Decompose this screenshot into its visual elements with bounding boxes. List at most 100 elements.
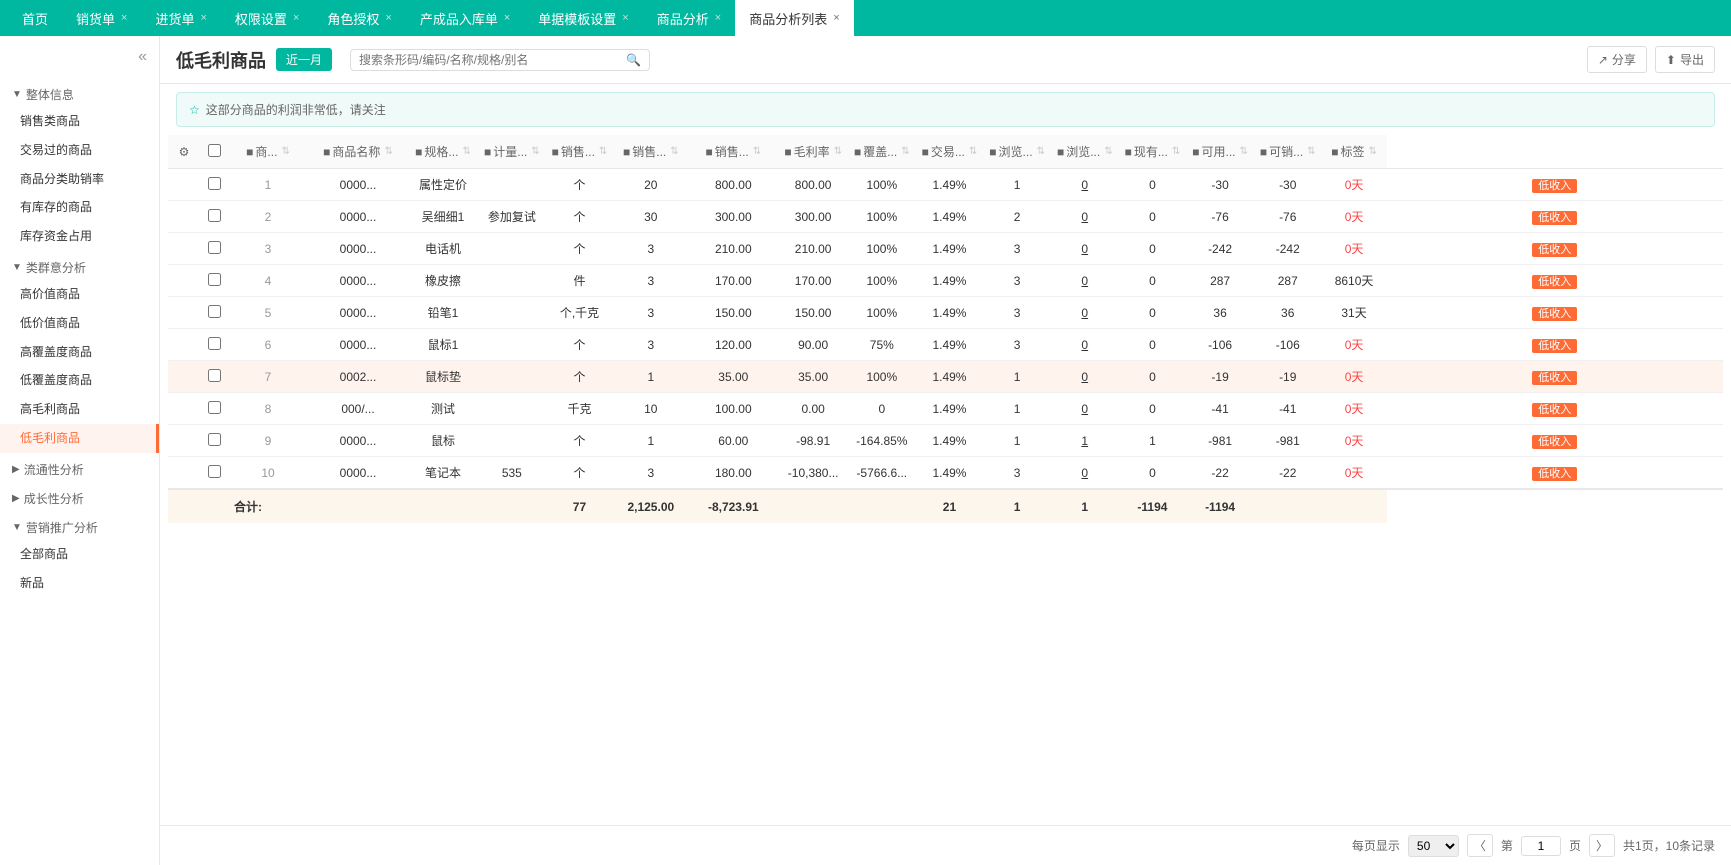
row-check-3[interactable] <box>200 265 228 297</box>
col-coverage[interactable]: ■ 覆盖... ⇅ <box>848 135 916 169</box>
row-check-8[interactable] <box>200 425 228 457</box>
nav-product-analysis-list-close[interactable]: × <box>833 12 839 24</box>
col-tag[interactable]: ■ 标签 ⇅ <box>1322 135 1387 169</box>
row-checkbox-2[interactable] <box>208 241 221 254</box>
sidebar-group-overall[interactable]: ▼ 整体信息 <box>0 78 159 107</box>
nav-home[interactable]: 首页 <box>8 0 62 36</box>
col-sale-qty[interactable]: ■ 销售... ⇅ <box>546 135 614 169</box>
row-check-4[interactable] <box>200 297 228 329</box>
page-size-select[interactable]: 50 100 200 <box>1408 835 1459 857</box>
sidebar-group-cluster[interactable]: ▼ 类群意分析 <box>0 251 159 280</box>
col-saleable[interactable]: ■ 可销... ⇅ <box>1254 135 1322 169</box>
col-gear[interactable]: ⚙ <box>168 135 200 169</box>
sidebar-item-new-products[interactable]: 新品 <box>0 569 159 598</box>
row-gear-8[interactable] <box>168 425 200 457</box>
col-browse1[interactable]: ■ 浏览... ⇅ <box>983 135 1051 169</box>
nav-product-entry[interactable]: 产成品入库单 × <box>406 0 524 36</box>
row-checkbox-3[interactable] <box>208 273 221 286</box>
nav-sales[interactable]: 销货单 × <box>62 0 141 36</box>
col-transaction[interactable]: ■ 交易... ⇅ <box>916 135 984 169</box>
share-button[interactable]: ↗ 分享 <box>1587 46 1647 73</box>
sidebar-item-traded-products[interactable]: 交易过的商品 <box>0 136 159 165</box>
row-gear-3[interactable] <box>168 265 200 297</box>
row-checkbox-1[interactable] <box>208 209 221 222</box>
search-icon[interactable]: 🔍 <box>626 53 641 67</box>
row-browse1-5[interactable]: 0 <box>1051 329 1119 361</box>
sidebar-item-low-margin[interactable]: 低毛利商品 <box>0 424 159 453</box>
nav-roles[interactable]: 角色授权 × <box>313 0 405 36</box>
row-checkbox-8[interactable] <box>208 433 221 446</box>
row-check-2[interactable] <box>200 233 228 265</box>
time-filter-button[interactable]: 近一月 <box>276 48 332 71</box>
row-checkbox-4[interactable] <box>208 305 221 318</box>
row-gear-4[interactable] <box>168 297 200 329</box>
sidebar-item-all-products[interactable]: 全部商品 <box>0 540 159 569</box>
row-browse1-3[interactable]: 0 <box>1051 265 1119 297</box>
export-button[interactable]: ⬆ 导出 <box>1655 46 1715 73</box>
sidebar-item-high-margin[interactable]: 高毛利商品 <box>0 395 159 424</box>
sidebar-item-stock-products[interactable]: 有库存的商品 <box>0 193 159 222</box>
prev-page-button[interactable]: 〈 <box>1467 834 1493 857</box>
row-checkbox-9[interactable] <box>208 465 221 478</box>
nav-roles-close[interactable]: × <box>385 12 391 24</box>
col-name[interactable]: ■ 商品名称 ⇅ <box>308 135 408 169</box>
sidebar-item-category-rate[interactable]: 商品分类助销率 <box>0 165 159 194</box>
nav-template-close[interactable]: × <box>622 12 628 24</box>
row-check-7[interactable] <box>200 393 228 425</box>
col-spec[interactable]: ■ 规格... ⇅ <box>408 135 478 169</box>
page-number-input[interactable] <box>1521 836 1561 856</box>
nav-permissions-close[interactable]: × <box>293 12 299 24</box>
sidebar-item-high-value[interactable]: 高价值商品 <box>0 280 159 309</box>
next-page-button[interactable]: 〉 <box>1589 834 1615 857</box>
col-unit[interactable]: ■ 计量... ⇅ <box>478 135 546 169</box>
nav-purchase[interactable]: 进货单 × <box>141 0 220 36</box>
col-sale-amount[interactable]: ■ 销售... ⇅ <box>688 135 778 169</box>
nav-template[interactable]: 单据模板设置 × <box>524 0 642 36</box>
col-gross-rate[interactable]: ■ 毛利率 ⇅ <box>778 135 848 169</box>
row-check-6[interactable] <box>200 361 228 393</box>
col-code[interactable]: ■ 商... ⇅ <box>228 135 308 169</box>
row-checkbox-0[interactable] <box>208 177 221 190</box>
sidebar-item-inventory-funds[interactable]: 库存资金占用 <box>0 222 159 251</box>
row-gear-2[interactable] <box>168 233 200 265</box>
row-browse1-2[interactable]: 0 <box>1051 233 1119 265</box>
sidebar-item-low-value[interactable]: 低价值商品 <box>0 309 159 338</box>
col-current[interactable]: ■ 现有... ⇅ <box>1119 135 1187 169</box>
nav-sales-close[interactable]: × <box>121 12 127 24</box>
nav-permissions[interactable]: 权限设置 × <box>221 0 313 36</box>
row-check-0[interactable] <box>200 169 228 201</box>
row-gear-5[interactable] <box>168 329 200 361</box>
sidebar-item-low-coverage[interactable]: 低覆盖度商品 <box>0 366 159 395</box>
row-gear-6[interactable] <box>168 361 200 393</box>
gear-icon[interactable]: ⚙ <box>179 145 190 159</box>
sidebar-item-high-coverage[interactable]: 高覆盖度商品 <box>0 338 159 367</box>
row-checkbox-7[interactable] <box>208 401 221 414</box>
row-gear-0[interactable] <box>168 169 200 201</box>
row-browse1-8[interactable]: 1 <box>1051 425 1119 457</box>
sidebar-collapse-button[interactable]: « <box>130 40 155 74</box>
row-checkbox-6[interactable] <box>208 369 221 382</box>
col-sale-price[interactable]: ■ 销售... ⇅ <box>613 135 688 169</box>
row-gear-1[interactable] <box>168 201 200 233</box>
nav-product-analysis[interactable]: 商品分析 × <box>643 0 735 36</box>
row-checkbox-5[interactable] <box>208 337 221 350</box>
row-check-1[interactable] <box>200 201 228 233</box>
row-gear-7[interactable] <box>168 393 200 425</box>
col-available[interactable]: ■ 可用... ⇅ <box>1186 135 1254 169</box>
search-input[interactable] <box>359 53 626 67</box>
nav-product-analysis-close[interactable]: × <box>715 12 721 24</box>
row-check-5[interactable] <box>200 329 228 361</box>
row-check-9[interactable] <box>200 457 228 490</box>
sidebar-group-liquidity[interactable]: ▶ 流通性分析 <box>0 453 159 482</box>
row-browse1-0[interactable]: 0 <box>1051 169 1119 201</box>
sidebar-group-growth[interactable]: ▶ 成长性分析 <box>0 482 159 511</box>
row-browse1-9[interactable]: 0 <box>1051 457 1119 490</box>
nav-product-analysis-list[interactable]: 商品分析列表 × <box>735 0 853 36</box>
select-all-checkbox[interactable] <box>208 144 221 157</box>
nav-purchase-close[interactable]: × <box>200 12 206 24</box>
row-browse1-4[interactable]: 0 <box>1051 297 1119 329</box>
row-browse1-7[interactable]: 0 <box>1051 393 1119 425</box>
row-gear-9[interactable] <box>168 457 200 490</box>
row-browse1-6[interactable]: 0 <box>1051 361 1119 393</box>
sidebar-item-sales-products[interactable]: 销售类商品 <box>0 107 159 136</box>
